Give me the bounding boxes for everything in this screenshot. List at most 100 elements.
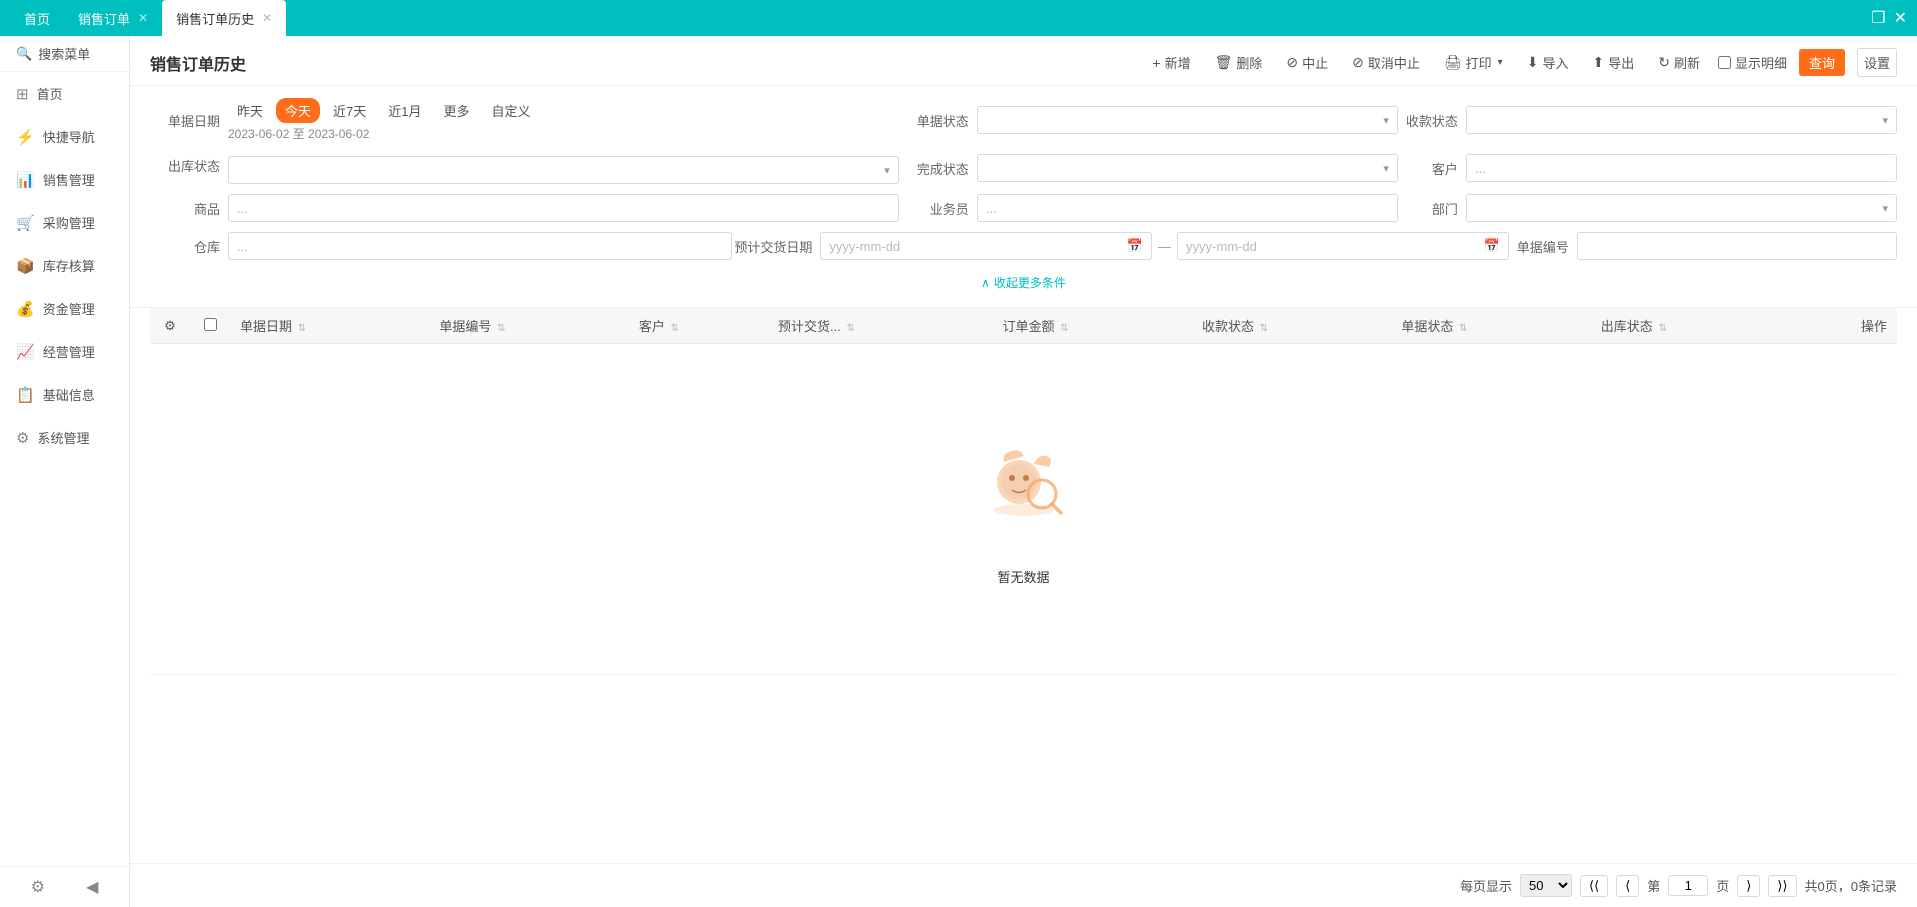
print-button[interactable]: 🖨 打印 ▾ — [1438, 49, 1509, 76]
last-page-button[interactable]: ⟩⟩ — [1768, 875, 1796, 897]
page-size-select[interactable]: 50 10 20 100 — [1520, 874, 1572, 897]
th-customer[interactable]: 客户 ⇅ — [629, 308, 768, 344]
tab-sales-order[interactable]: 销售订单 ✕ — [64, 0, 162, 36]
show-details-label: 显示明细 — [1735, 53, 1787, 72]
salesperson-input[interactable]: ... — [977, 194, 1398, 222]
filter-payment-status: 收款状态 ▾ — [1398, 106, 1897, 134]
page-header: 销售订单历史 + 新增 🗑 删除 ⊘ 中止 ⊘ 取消中止 — [130, 36, 1917, 86]
delete-label: 删除 — [1236, 53, 1262, 72]
th-payment-status[interactable]: 收款状态 ⇅ — [1192, 308, 1391, 344]
import-label: 导入 — [1542, 53, 1568, 72]
product-dots: ... — [237, 201, 248, 216]
sidebar-item-operations[interactable]: 📈 经营管理 — [0, 330, 129, 373]
date-range-display: 2023-06-02 至 2023-06-02 — [228, 125, 540, 142]
tab-sales-order-close[interactable]: ✕ — [138, 11, 148, 25]
show-details-checkbox[interactable] — [1718, 56, 1731, 69]
th-document-status-label: 单据状态 — [1401, 319, 1453, 334]
date-btn-yesterday[interactable]: 昨天 — [228, 98, 272, 123]
sidebar-settings-icon[interactable]: ⚙ — [31, 877, 45, 897]
sidebar-item-home[interactable]: ⊞ 首页 — [0, 72, 129, 115]
select-all-checkbox[interactable] — [204, 318, 217, 331]
customer-input[interactable]: ... — [1466, 154, 1897, 182]
date-btn-7days[interactable]: 近7天 — [324, 98, 375, 123]
th-date[interactable]: 单据日期 ⇅ — [230, 308, 429, 344]
close-window-icon[interactable]: ✕ — [1894, 8, 1907, 28]
sidebar-item-base-info[interactable]: 📋 基础信息 — [0, 373, 129, 416]
delete-button[interactable]: 🗑 删除 — [1209, 49, 1269, 76]
expected-delivery-to[interactable]: yyyy-mm-dd 📅 — [1177, 232, 1509, 260]
collapse-row[interactable]: ∧ 收起更多条件 — [150, 270, 1897, 295]
document-status-select[interactable]: ▾ — [977, 106, 1398, 134]
sidebar-item-system[interactable]: ⚙ 系统管理 — [0, 416, 129, 459]
th-outbound-status[interactable]: 出库状态 ⇅ — [1591, 308, 1790, 344]
th-order-amount[interactable]: 订单金额 ⇅ — [993, 308, 1192, 344]
new-button[interactable]: + 新增 — [1146, 49, 1196, 76]
th-settings[interactable]: ⚙ — [150, 308, 190, 344]
sidebar-item-purchase-label: 采购管理 — [43, 213, 95, 232]
completion-status-select[interactable]: ▾ — [977, 154, 1398, 182]
table-body: 暂无数据 — [150, 344, 1897, 675]
refresh-button[interactable]: ↻ 刷新 — [1652, 49, 1706, 76]
document-number-input[interactable] — [1577, 232, 1897, 260]
payment-status-select[interactable]: ▾ — [1466, 106, 1897, 134]
next-page-button[interactable]: ⟩ — [1737, 875, 1760, 897]
query-label: 查询 — [1809, 53, 1835, 72]
cancel-stop-button[interactable]: ⊘ 取消中止 — [1346, 49, 1426, 76]
th-checkbox[interactable] — [190, 308, 230, 344]
import-button[interactable]: ⬇ 导入 — [1521, 49, 1575, 76]
stop-button[interactable]: ⊘ 中止 — [1280, 49, 1334, 76]
filter-customer: 客户 ... — [1398, 154, 1897, 182]
sidebar-collapse-icon[interactable]: ◀ — [86, 877, 98, 897]
filter-completion-status: 完成状态 ▾ — [899, 154, 1398, 182]
sidebar-item-sales[interactable]: 📊 销售管理 — [0, 158, 129, 201]
date-btn-more[interactable]: 更多 — [435, 98, 479, 123]
tab-sales-order-history-close[interactable]: ✕ — [262, 11, 272, 25]
tab-sales-order-history[interactable]: 销售订单历史 ✕ — [162, 0, 286, 36]
outbound-status-select[interactable]: ▾ — [228, 156, 899, 184]
search-menu[interactable]: 🔍 搜索菜单 — [0, 36, 129, 72]
department-select[interactable]: ▾ — [1466, 194, 1897, 222]
sidebar-item-inventory[interactable]: 📦 库存核算 — [0, 244, 129, 287]
top-bar-right: ❐ ✕ — [1871, 8, 1907, 28]
restore-icon[interactable]: ❐ — [1871, 8, 1885, 28]
empty-text: 暂无数据 — [997, 567, 1049, 586]
date-btn-1month[interactable]: 近1月 — [379, 98, 430, 123]
warehouse-input[interactable]: ... — [228, 232, 732, 260]
current-page-input[interactable] — [1668, 875, 1708, 896]
product-input[interactable]: ... — [228, 194, 899, 222]
th-number[interactable]: 单据编号 ⇅ — [429, 308, 628, 344]
export-button[interactable]: ⬆ 导出 — [1586, 49, 1640, 76]
first-page-button[interactable]: ⟨⟨ — [1580, 875, 1608, 897]
sidebar-item-inventory-label: 库存核算 — [43, 256, 95, 275]
date-to-placeholder: yyyy-mm-dd — [1186, 239, 1257, 254]
th-customer-label: 客户 — [639, 319, 665, 334]
collapse-up-icon: ∧ — [981, 276, 990, 290]
empty-svg — [974, 432, 1074, 532]
expected-delivery-from[interactable]: yyyy-mm-dd 📅 — [820, 232, 1152, 260]
date-btn-today[interactable]: 今天 — [276, 98, 320, 123]
prev-page-button[interactable]: ⟨ — [1616, 875, 1639, 897]
settings-button[interactable]: 设置 — [1857, 48, 1897, 77]
sort-expected-delivery-icon: ⇅ — [846, 323, 854, 334]
tab-home[interactable]: 首页 — [10, 0, 64, 36]
salesperson-label: 业务员 — [899, 199, 969, 218]
sidebar-item-finance[interactable]: 💰 资金管理 — [0, 287, 129, 330]
sidebar-item-purchase[interactable]: 🛒 采购管理 — [0, 201, 129, 244]
jump-label: 第 — [1647, 876, 1660, 895]
query-button[interactable]: 查询 — [1799, 49, 1845, 76]
th-expected-delivery[interactable]: 预计交货... ⇅ — [768, 308, 993, 344]
inventory-icon: 📦 — [16, 257, 35, 275]
th-document-status[interactable]: 单据状态 ⇅ — [1391, 308, 1590, 344]
calendar-to-icon[interactable]: 📅 — [1484, 238, 1500, 254]
filter-product: 商品 ... — [150, 194, 899, 222]
date-btn-custom[interactable]: 自定义 — [483, 98, 540, 123]
date-filter-buttons: 昨天 今天 近7天 近1月 更多 自定义 — [228, 98, 540, 123]
calendar-from-icon[interactable]: 📅 — [1127, 238, 1143, 254]
empty-row: 暂无数据 — [150, 344, 1897, 675]
show-details-checkbox-label[interactable]: 显示明细 — [1718, 53, 1787, 72]
filter-row-1: 单据日期 昨天 今天 近7天 近1月 更多 自定义 2023-06-02 至 2… — [150, 98, 1897, 142]
data-table: ⚙ 单据日期 ⇅ 单据编号 ⇅ — [150, 308, 1897, 675]
sort-document-status-icon: ⇅ — [1459, 323, 1467, 334]
sidebar-bottom: ⚙ ◀ — [0, 866, 129, 907]
sidebar-item-quick-nav[interactable]: ⚡ 快捷导航 — [0, 115, 129, 158]
